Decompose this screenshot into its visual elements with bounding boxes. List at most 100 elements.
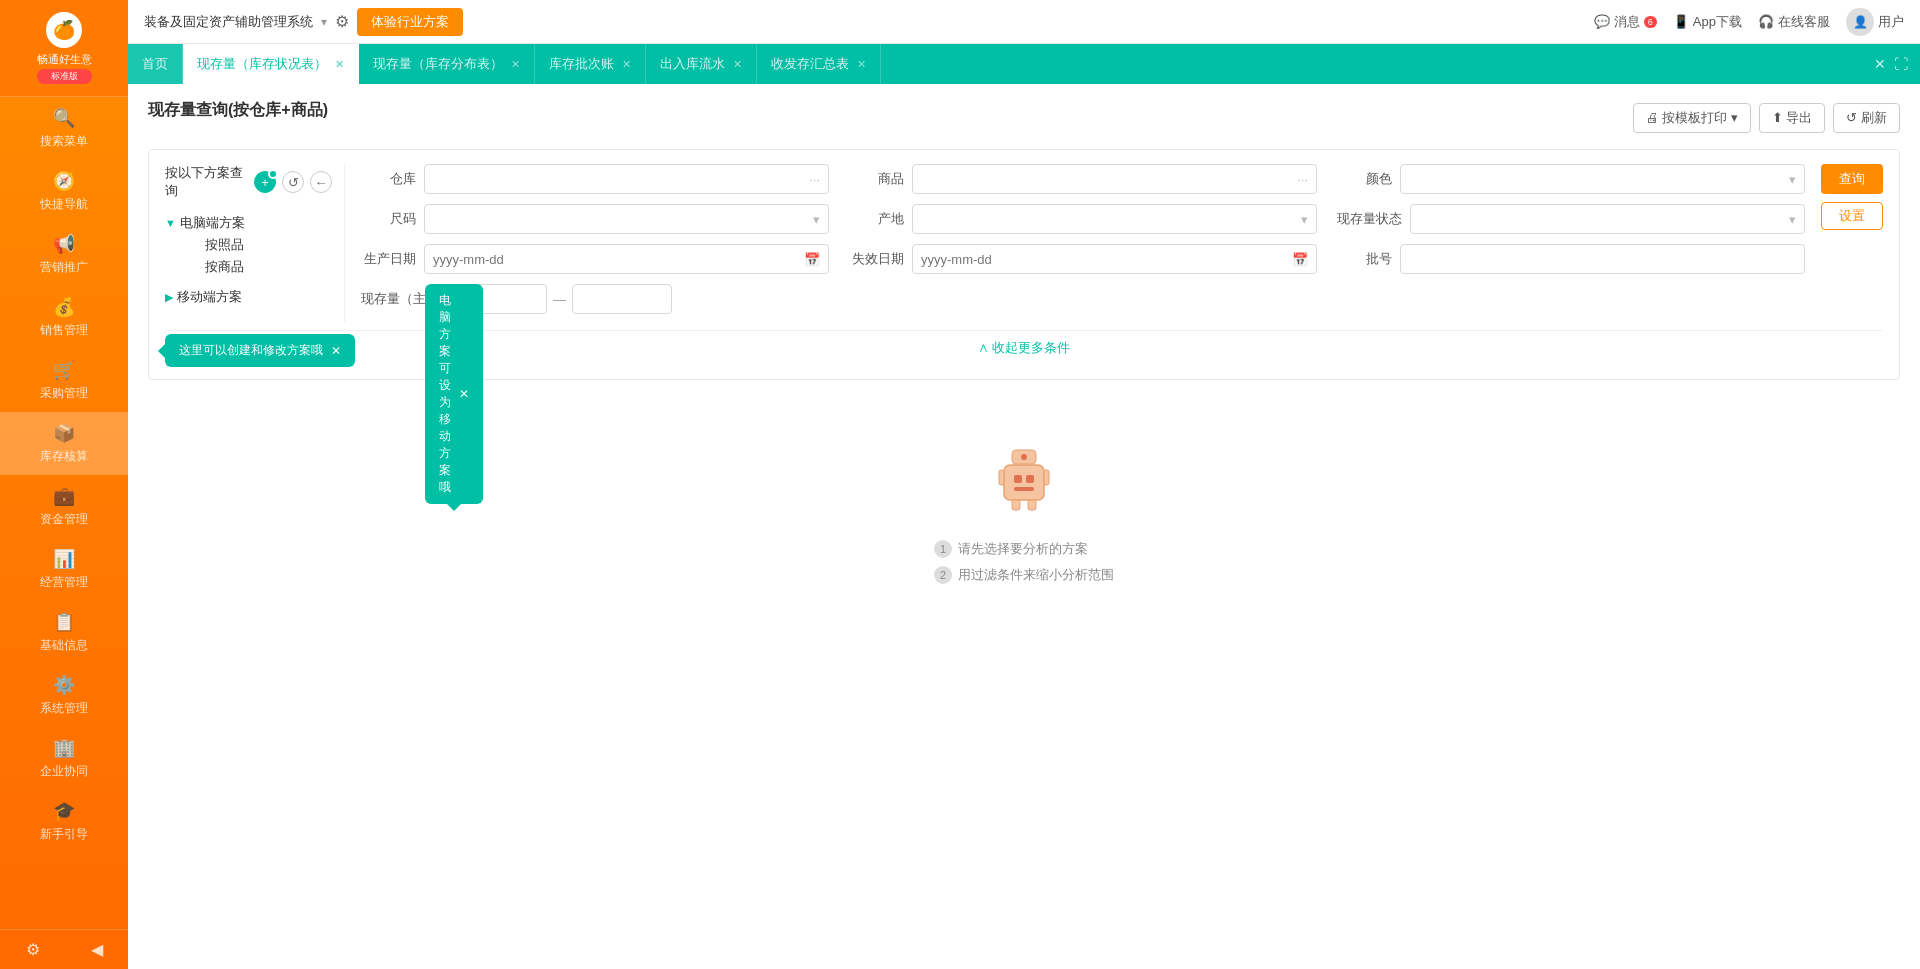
topbar-settings-btn[interactable]: ⚙	[335, 12, 349, 31]
sidebar-item-system[interactable]: ⚙️ 系统管理	[0, 664, 128, 727]
size-input[interactable]: ▾	[424, 204, 829, 234]
origin-input[interactable]: ▾	[912, 204, 1317, 234]
logo-text: 畅通好生意 标准版	[37, 52, 92, 84]
svg-rect-5	[1044, 470, 1049, 485]
expiry-date-cal-icon[interactable]: 📅	[1292, 252, 1308, 267]
print-btn[interactable]: 🖨 按模板打印 ▾	[1633, 103, 1751, 133]
expiry-date-input[interactable]: 📅	[912, 244, 1317, 274]
scheme-desktop[interactable]: ▼ 电脑端方案	[165, 212, 332, 234]
sidebar-item-basic-info[interactable]: 📋 基础信息	[0, 601, 128, 664]
refresh-small-icon: ↺	[288, 175, 299, 190]
tab-close-inventory-status[interactable]: ✕	[335, 58, 344, 71]
sidebar-settings-btn[interactable]: ⚙	[26, 940, 40, 959]
color-caret-icon: ▾	[1789, 172, 1796, 187]
sidebar-item-label: 经营管理	[40, 574, 88, 591]
filter-header: 按以下方案查询 + ↺	[165, 164, 332, 200]
filter-row-1: 仓库 ··· 商品 ···	[361, 164, 1805, 194]
sidebar-item-search-menu[interactable]: 🔍 搜索菜单	[0, 97, 128, 160]
sidebar-item-quick-nav[interactable]: 🧭 快捷导航	[0, 160, 128, 223]
scheme-arrow-desktop[interactable]: ▼	[165, 217, 176, 229]
stock-status-label: 现存量状态	[1337, 210, 1402, 228]
add-scheme-btn[interactable]: +	[254, 171, 276, 193]
set-btn[interactable]: 设置	[1821, 202, 1883, 230]
sidebar-item-marketing[interactable]: 📢 营销推广	[0, 223, 128, 286]
tab-close-all-icon[interactable]: ✕	[1874, 56, 1886, 72]
filter-field-size: 尺码 ▾	[361, 204, 829, 234]
sidebar-item-sales[interactable]: 💰 销售管理	[0, 286, 128, 349]
scheme-mobile-label: 移动端方案	[177, 288, 242, 306]
empty-hints: 1 请先选择要分析的方案 2 用过滤条件来缩小分析范围	[934, 536, 1114, 588]
collapse-bar[interactable]: ∧ 收起更多条件	[165, 330, 1883, 365]
stock-qty-max-input[interactable]	[572, 284, 672, 314]
expiry-date-text[interactable]	[921, 252, 1292, 267]
filter-right: 仓库 ··· 商品 ···	[345, 164, 1805, 322]
app-download-btn[interactable]: 📱 App下载	[1673, 13, 1742, 31]
headset-icon: 🎧	[1758, 14, 1774, 29]
sidebar-collapse-btn[interactable]: ◀	[91, 940, 103, 959]
tab-close-flow[interactable]: ✕	[733, 58, 742, 71]
tab-close-batch-account[interactable]: ✕	[622, 58, 631, 71]
hint-num-1: 1	[934, 540, 952, 558]
guide-icon: 🎓	[53, 800, 75, 822]
scheme-tooltip-close[interactable]: ✕	[331, 344, 341, 358]
industry-btn[interactable]: 体验行业方案	[357, 8, 463, 36]
tab-close-inventory-dist[interactable]: ✕	[511, 58, 520, 71]
system-dropdown-icon[interactable]: ▾	[321, 15, 327, 29]
print-dropdown-icon[interactable]: ▾	[1731, 110, 1738, 125]
goods-input[interactable]: ···	[912, 164, 1317, 194]
phone-icon: 📱	[1673, 14, 1689, 29]
tab-flow[interactable]: 出入库流水 ✕	[646, 44, 757, 84]
filter-row-2: 尺码 ▾ 产地 ▾	[361, 204, 1805, 234]
svg-rect-6	[1012, 500, 1020, 510]
sub-scheme-desktop: 按照品 按商品	[165, 234, 332, 278]
sidebar-item-guide[interactable]: 🎓 新手引导	[0, 790, 128, 853]
logo-icon: 🍊	[46, 12, 82, 48]
notifications-btn[interactable]: 💬 消息 6	[1594, 13, 1657, 31]
sidebar-item-purchase[interactable]: 🛒 采购管理	[0, 349, 128, 412]
tab-inventory-dist[interactable]: 现存量（库存分布表） ✕	[359, 44, 535, 84]
refresh-btn[interactable]: ↺ 刷新	[1833, 103, 1900, 133]
sidebar-item-inventory[interactable]: 📦 库存核算	[0, 412, 128, 475]
tab-inventory-status[interactable]: 现存量（库存状况表） ✕	[183, 44, 359, 84]
color-input[interactable]: ▾	[1400, 164, 1805, 194]
warehouse-input[interactable]: ···	[424, 164, 829, 194]
filter-body: 按以下方案查询 + ↺	[165, 164, 1883, 322]
prod-date-input[interactable]: 📅	[424, 244, 829, 274]
sidebar-item-enterprise[interactable]: 🏢 企业协同	[0, 727, 128, 790]
plan-tooltip-close[interactable]: ✕	[459, 387, 469, 401]
svg-rect-1	[1014, 475, 1022, 483]
goods-label: 商品	[849, 170, 904, 188]
tab-summary[interactable]: 收发存汇总表 ✕	[757, 44, 881, 84]
search-btn[interactable]: 查询	[1821, 164, 1883, 194]
plan-tooltip: 电脑方案可设为移动方案哦 ✕	[425, 284, 483, 504]
plus-icon: +	[261, 175, 269, 190]
online-support-btn[interactable]: 🎧 在线客服	[1758, 13, 1830, 31]
sidebar-item-finance[interactable]: 💼 资金管理	[0, 475, 128, 538]
prod-date-text[interactable]	[433, 252, 804, 267]
scheme-mobile[interactable]: ▶ 移动端方案	[165, 286, 332, 308]
tab-close-summary[interactable]: ✕	[857, 58, 866, 71]
tab-expand-icon[interactable]: ⛶	[1894, 56, 1908, 72]
topbar-right: 💬 消息 6 📱 App下载 🎧 在线客服 👤 用户	[1594, 8, 1904, 36]
stock-status-input[interactable]: ▾	[1410, 204, 1805, 234]
filter-panel: 按以下方案查询 + ↺	[148, 149, 1900, 380]
export-btn[interactable]: ⬆ 导出	[1759, 103, 1826, 133]
tab-home[interactable]: 首页	[128, 44, 183, 84]
message-icon: 💬	[1594, 14, 1610, 29]
batch-no-input[interactable]	[1400, 244, 1805, 274]
sidebar-item-operations[interactable]: 📊 经营管理	[0, 538, 128, 601]
logo-badge: 标准版	[37, 69, 92, 84]
scheme-arrow-mobile[interactable]: ▶	[165, 291, 173, 304]
origin-caret-icon: ▾	[1301, 212, 1308, 227]
back-scheme-btn[interactable]: ←	[310, 171, 332, 193]
topbar-left: 装备及固定资产辅助管理系统 ▾ ⚙ 体验行业方案	[144, 8, 463, 36]
prod-date-cal-icon[interactable]: 📅	[804, 252, 820, 267]
tabbar: 首页 现存量（库存状况表） ✕ 现存量（库存分布表） ✕ 库存批次账 ✕ 出入库…	[128, 44, 1920, 84]
sidebar-bottom: ⚙ ◀	[0, 929, 128, 969]
scheme-item-by-warehouse[interactable]: 按照品	[189, 234, 332, 256]
user-menu[interactable]: 👤 用户	[1846, 8, 1904, 36]
tab-batch-account[interactable]: 库存批次账 ✕	[535, 44, 646, 84]
scheme-item-by-goods[interactable]: 按商品	[189, 256, 332, 278]
refresh-scheme-btn[interactable]: ↺	[282, 171, 304, 193]
scheme-tooltip: 这里可以创建和修改方案哦 ✕	[165, 334, 355, 367]
